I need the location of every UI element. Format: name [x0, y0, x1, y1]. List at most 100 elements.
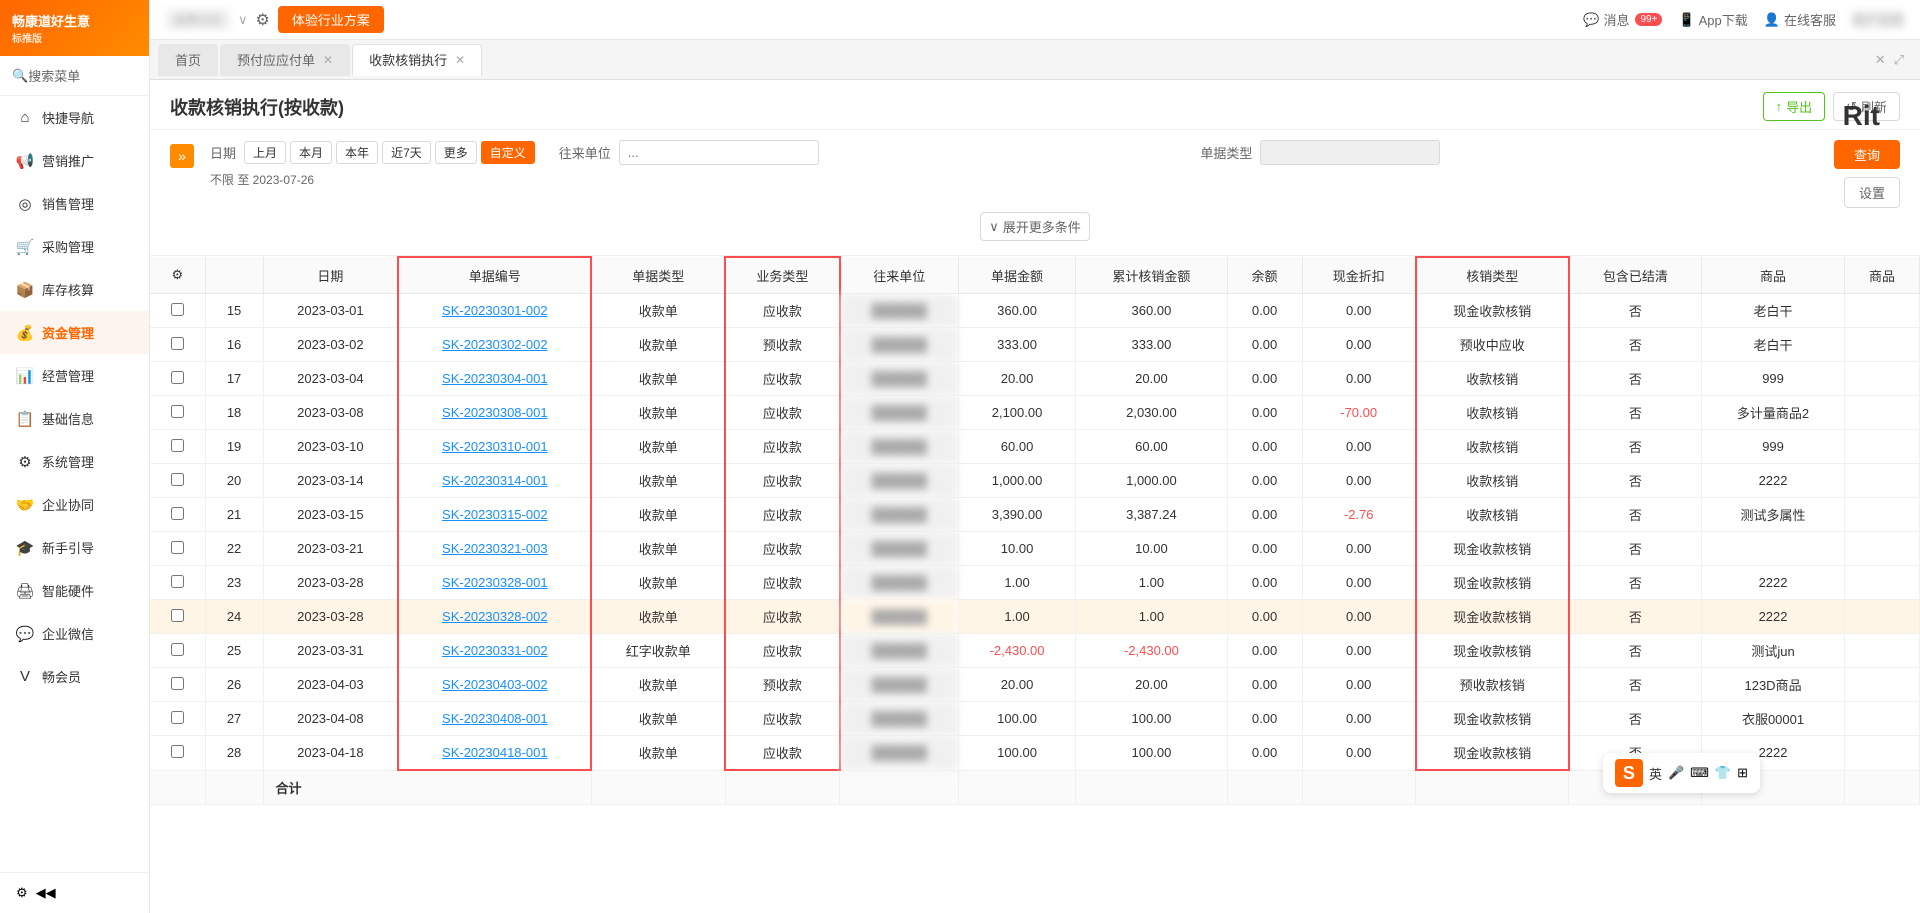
col-verified-amount-header: 累计核销金额 — [1076, 257, 1227, 294]
cell-checkbox[interactable] — [150, 634, 205, 668]
cell-cash-discount: 0.00 — [1302, 566, 1416, 600]
cell-goods2 — [1844, 702, 1919, 736]
cell-checkbox[interactable] — [150, 328, 205, 362]
settings-icon[interactable]: ⚙ — [16, 885, 28, 901]
cell-amount: 10.00 — [958, 532, 1075, 566]
app-download-item[interactable]: 📱 App下载 — [1678, 10, 1747, 29]
settings-button[interactable]: 设置 — [1844, 177, 1900, 208]
tab-home[interactable]: 首页 — [158, 44, 218, 76]
date-btn-custom[interactable]: 自定义 — [481, 141, 535, 164]
collapse-icon[interactable]: ◀◀ — [36, 885, 56, 901]
query-button[interactable]: 查询 — [1834, 140, 1900, 169]
cell-checkbox[interactable] — [150, 736, 205, 771]
footer-rownum — [205, 770, 263, 805]
expand-conditions-button[interactable]: ∨ 展开更多条件 — [980, 212, 1090, 241]
cell-goods: 2222 — [1702, 464, 1845, 498]
sidebar-item-hardware[interactable]: 🖨智能硬件 — [0, 569, 149, 612]
messages-label: 消息 — [1603, 10, 1629, 29]
cell-rownum: 18 — [205, 396, 263, 430]
tabs-close-icon[interactable]: ✕ — [1875, 52, 1886, 68]
messages-badge: 99+ — [1635, 13, 1662, 26]
cell-checkbox[interactable] — [150, 532, 205, 566]
date-btn-this-year[interactable]: 本年 — [336, 141, 378, 164]
counterpart-input[interactable] — [619, 140, 819, 165]
cell-checkbox[interactable] — [150, 464, 205, 498]
cell-checkbox[interactable] — [150, 430, 205, 464]
tab-collection-close[interactable]: ✕ — [455, 53, 465, 67]
cell-rownum: 17 — [205, 362, 263, 396]
sidebar-item-finance[interactable]: 💰资金管理 — [0, 311, 149, 354]
tab-collection[interactable]: 收款核销执行 ✕ — [352, 44, 482, 76]
operations-icon: 📊 — [16, 367, 34, 385]
date-btn-more[interactable]: 更多 — [435, 141, 477, 164]
date-quick-buttons: 上月 本月 本年 近7天 更多 自定义 — [244, 141, 535, 164]
date-btn-this-month[interactable]: 本月 — [290, 141, 332, 164]
footer-voucher-type — [591, 770, 725, 805]
cell-voucher-type: 收款单 — [591, 566, 725, 600]
sidebar-item-basic[interactable]: 📋基础信息 — [0, 397, 149, 440]
cell-checkbox[interactable] — [150, 396, 205, 430]
footer-verified — [1076, 770, 1227, 805]
export-label: 导出 — [1786, 97, 1812, 116]
sidebar-search[interactable]: 🔍 搜索菜单 — [0, 56, 149, 96]
cell-date: 2023-03-31 — [263, 634, 398, 668]
messages-item[interactable]: 💬 消息 99+ — [1583, 10, 1662, 29]
date-btn-7-days[interactable]: 近7天 — [382, 141, 431, 164]
footer-amount — [958, 770, 1075, 805]
sidebar-item-marketing[interactable]: 📢营销推广 — [0, 139, 149, 182]
cell-verify-type: 现金收款核销 — [1416, 532, 1569, 566]
col-voucher-type-header: 单据类型 — [591, 257, 725, 294]
cell-date: 2023-03-01 — [263, 294, 398, 328]
watermark-grid-icon: ⊞ — [1737, 765, 1748, 781]
sidebar-item-member[interactable]: V畅会员 — [0, 655, 149, 698]
sidebar-item-sales[interactable]: ◎销售管理 — [0, 182, 149, 225]
cell-checkbox[interactable] — [150, 294, 205, 328]
filter-collapse-button[interactable]: » — [170, 144, 194, 168]
cell-voucher-type: 收款单 — [591, 362, 725, 396]
topbar-chevron-icon[interactable]: ∨ — [238, 12, 248, 28]
sidebar-item-inventory[interactable]: 📦库存核算 — [0, 268, 149, 311]
sidebar-item-quick-nav[interactable]: ⌂快捷导航 — [0, 96, 149, 139]
col-settings-header[interactable]: ⚙ — [150, 257, 205, 294]
online-support-item[interactable]: 👤 在线客服 — [1764, 10, 1836, 29]
cell-counterpart: ██████ — [840, 294, 959, 328]
sidebar: 畅康道好生意 标推版 🔍 搜索菜单 ⌂快捷导航📢营销推广◎销售管理🛒采购管理📦库… — [0, 0, 150, 913]
sidebar-item-purchase[interactable]: 🛒采购管理 — [0, 225, 149, 268]
cell-checkbox[interactable] — [150, 668, 205, 702]
tabs-expand-icon[interactable]: ⤢ — [1894, 52, 1904, 68]
cell-biz-type: 应收款 — [725, 362, 840, 396]
cell-rownum: 16 — [205, 328, 263, 362]
footer-verify-type — [1416, 770, 1569, 805]
cell-verify-type: 收款核销 — [1416, 464, 1569, 498]
cell-checkbox[interactable] — [150, 600, 205, 634]
sidebar-item-wechat[interactable]: 💬企业微信 — [0, 612, 149, 655]
cell-checkbox[interactable] — [150, 566, 205, 600]
cell-goods: 2222 — [1702, 566, 1845, 600]
export-button[interactable]: ↑ 导出 — [1763, 92, 1826, 121]
cell-goods: 999 — [1702, 362, 1845, 396]
expand-icon: ∨ — [989, 219, 999, 235]
tab-prepayment[interactable]: 预付应应付单 ✕ — [220, 44, 350, 76]
cell-date: 2023-03-04 — [263, 362, 398, 396]
cell-rownum: 21 — [205, 498, 263, 532]
tab-prepayment-close[interactable]: ✕ — [323, 53, 333, 67]
cell-verified-amount: 10.00 — [1076, 532, 1227, 566]
cell-checkbox[interactable] — [150, 362, 205, 396]
solution-button[interactable]: 体验行业方案 — [278, 6, 384, 33]
sidebar-item-enterprise[interactable]: 🤝企业协同 — [0, 483, 149, 526]
voucher-type-select[interactable] — [1260, 140, 1440, 165]
cell-voucher-no: SK-20230331-002 — [398, 634, 591, 668]
sidebar-item-guide[interactable]: 🎓新手引导 — [0, 526, 149, 569]
cell-include-settled: 否 — [1569, 328, 1702, 362]
sidebar-item-system[interactable]: ⚙系统管理 — [0, 440, 149, 483]
cell-biz-type: 应收款 — [725, 294, 840, 328]
cell-cash-discount: 0.00 — [1302, 634, 1416, 668]
cell-checkbox[interactable] — [150, 702, 205, 736]
cell-checkbox[interactable] — [150, 498, 205, 532]
col-cash-discount-header: 现金折扣 — [1302, 257, 1416, 294]
sidebar-item-operations[interactable]: 📊经营管理 — [0, 354, 149, 397]
table-row: 152023-03-01SK-20230301-002收款单应收款██████3… — [150, 294, 1920, 328]
topbar-gear-icon[interactable]: ⚙ — [256, 10, 270, 30]
table-row: 172023-03-04SK-20230304-001收款单应收款██████2… — [150, 362, 1920, 396]
date-btn-last-month[interactable]: 上月 — [244, 141, 286, 164]
